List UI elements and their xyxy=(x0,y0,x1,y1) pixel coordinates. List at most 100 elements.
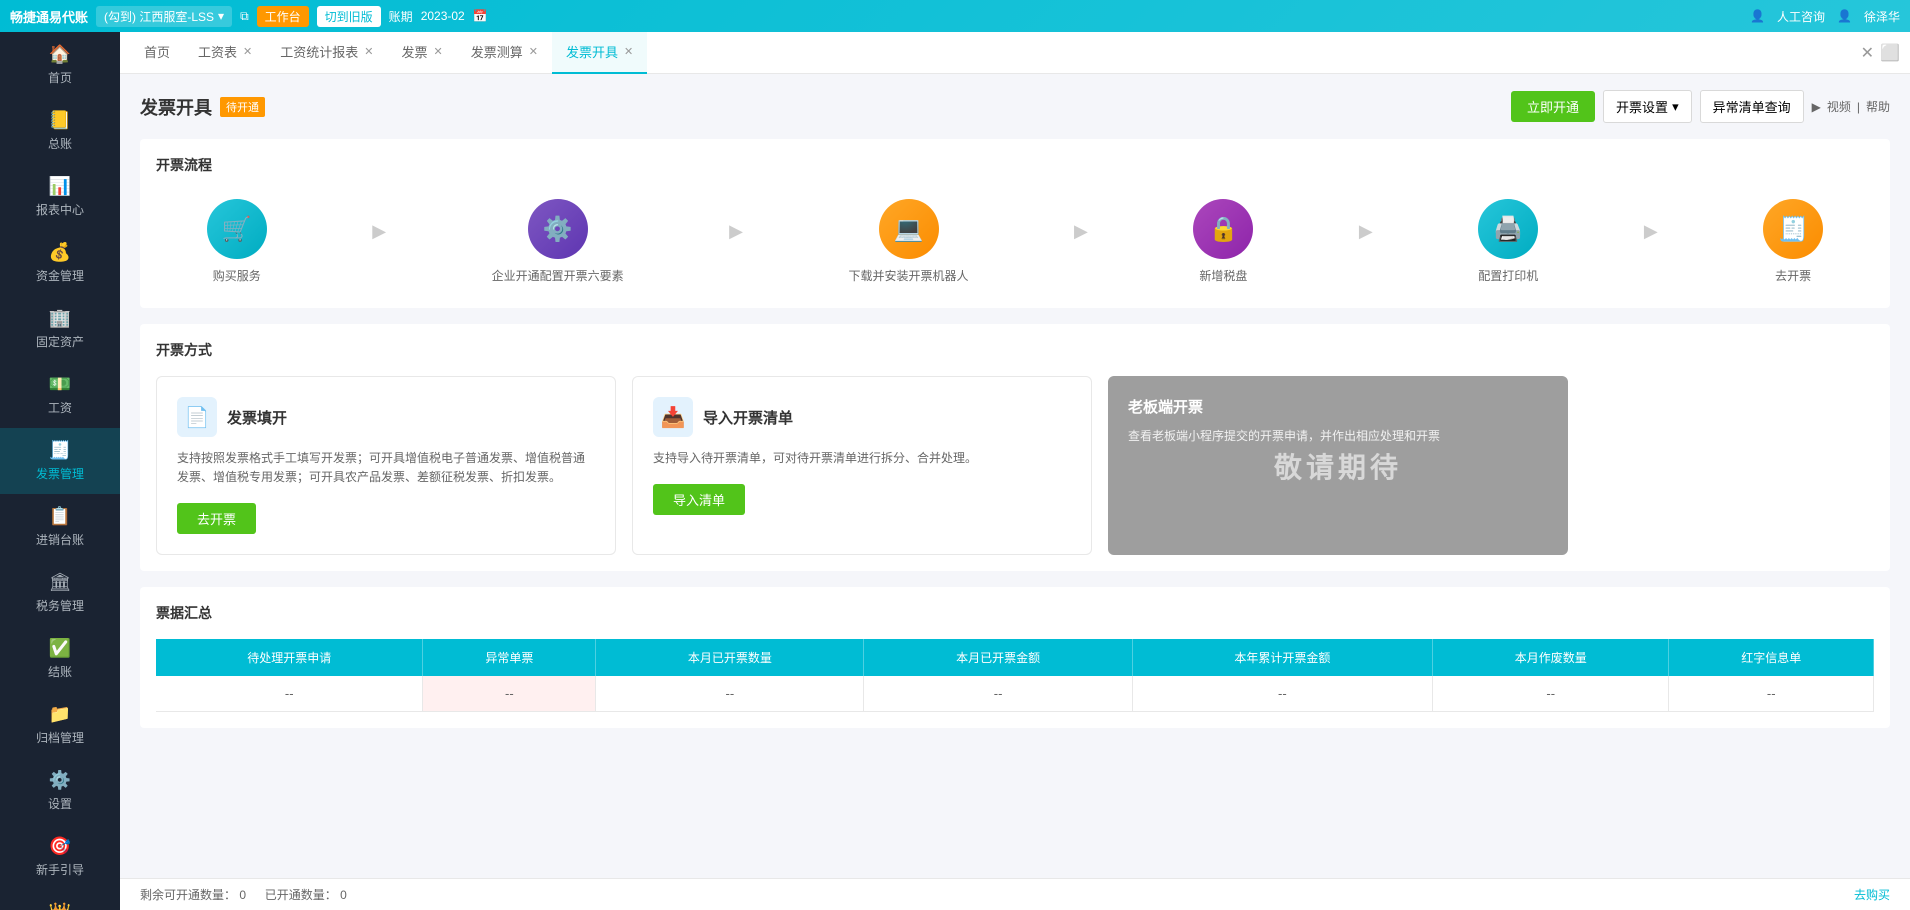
flow-arrow-2: ▶ xyxy=(1074,221,1088,262)
video-label[interactable]: 视频 xyxy=(1827,98,1851,115)
summary-col-0: 待处理开票申请 xyxy=(156,639,423,676)
setting-label: 开票设置 xyxy=(1616,97,1668,116)
sidebar-label-assets: 固定资产 xyxy=(36,333,84,350)
coming-soon-overlay: 敬请期待 xyxy=(1108,376,1568,555)
sidebar-label-guide: 新手引导 xyxy=(36,861,84,878)
sidebar-label-tax: 税务管理 xyxy=(36,597,84,614)
flow-step-download[interactable]: 💻下载并安装开票机器人 xyxy=(849,199,969,284)
method-card-btn-import[interactable]: 导入清单 xyxy=(653,484,745,515)
tab-close-invoice-list[interactable]: ✕ xyxy=(434,45,443,58)
flow-step-label-printer: 配置打印机 xyxy=(1478,267,1538,284)
tab-salary-table[interactable]: 工资表 ✕ xyxy=(184,32,266,74)
sidebar-item-reports[interactable]: 📊报表中心 xyxy=(0,164,120,230)
flow-step-label-config: 企业开通配置开票六要素 xyxy=(492,267,624,284)
remain-value: 0 xyxy=(239,888,246,902)
top-bar: 畅捷通易代账 (勾到) 江西服室-LSS ▾ ⧉ 工作台 切到旧版 账期 202… xyxy=(0,0,1910,32)
method-section: 开票方式 📄 发票填开 支持按照发票格式手工填写开发票；可开具增值税电子普通发票… xyxy=(140,324,1890,571)
close-window-icon[interactable]: ✕ xyxy=(1861,43,1874,63)
sidebar-item-member[interactable]: 👑畅会员 xyxy=(0,890,120,910)
method-cards: 📄 发票填开 支持按照发票格式手工填写开发票；可开具增值税电子普通发票、增值税普… xyxy=(156,376,1874,555)
workbench-button[interactable]: 工作台 xyxy=(257,6,309,27)
video-icon: ▶ xyxy=(1812,100,1821,114)
tab-invoice-tool[interactable]: 发票开具 ✕ xyxy=(552,32,647,74)
page-header: 发票开具 待开通 立即开通 开票设置 ▾ 异常清单查询 ▶ 视频 | 帮助 xyxy=(140,90,1890,123)
user-name[interactable]: 徐泽华 xyxy=(1864,8,1900,25)
consult-label[interactable]: 人工咨询 xyxy=(1777,8,1825,25)
summary-table: 待处理开票申请异常单票本月已开票数量本月已开票金额本年累计开票金额本月作废数量红… xyxy=(156,639,1874,712)
method-card-btn-fill[interactable]: 去开票 xyxy=(177,503,256,534)
summary-col-3: 本月已开票金额 xyxy=(864,639,1132,676)
method-section-title: 开票方式 xyxy=(156,340,1874,360)
flow-step-invoice[interactable]: 🧾去开票 xyxy=(1763,199,1823,284)
sidebar-item-archive[interactable]: 📁归档管理 xyxy=(0,692,120,758)
bottom-bar: 剩余可开通数量： 0 已开通数量： 0 去购买 xyxy=(120,878,1910,910)
immediate-open-button[interactable]: 立即开通 xyxy=(1511,91,1595,122)
summary-val-3: -- xyxy=(864,676,1132,712)
sidebar-item-funds[interactable]: 💰资金管理 xyxy=(0,230,120,296)
sidebar-item-salary[interactable]: 💵 工资 xyxy=(0,362,120,428)
flow-step-config[interactable]: ⚙️企业开通配置开票六要素 xyxy=(492,199,624,284)
settle-icon: ✅ xyxy=(49,638,71,659)
remain-label: 剩余可开通数量： xyxy=(140,888,236,902)
salary-icon: 💵 xyxy=(49,374,71,395)
company-name: (勾到) 江西服室-LSS xyxy=(104,8,214,25)
tab-close-invoice-calc[interactable]: ✕ xyxy=(529,45,538,58)
calendar-icon[interactable]: 📅 xyxy=(473,9,488,23)
sidebar-item-home[interactable]: 🏠首页 xyxy=(0,32,120,98)
sidebar-label-settings: 设置 xyxy=(48,795,72,812)
chevron-down-icon: ▾ xyxy=(1672,99,1679,115)
tab-label-invoice-tool: 发票开具 xyxy=(566,42,618,61)
company-selector[interactable]: (勾到) 江西服室-LSS ▾ xyxy=(96,6,232,27)
sidebar-item-guide[interactable]: 🎯新手引导 xyxy=(0,824,120,890)
tax-icon: 🏛 xyxy=(49,572,72,593)
tab-salary-report[interactable]: 工资统计报表 ✕ xyxy=(266,32,387,74)
sidebar-item-settings[interactable]: ⚙️设置 xyxy=(0,758,120,824)
method-card-fill: 📄 发票填开 支持按照发票格式手工填写开发票；可开具增值税电子普通发票、增值税普… xyxy=(156,376,616,555)
query-button[interactable]: 异常清单查询 xyxy=(1700,90,1804,123)
tab-label-salary-table: 工资表 xyxy=(198,42,237,61)
tab-close-invoice-tool[interactable]: ✕ xyxy=(624,45,633,58)
tab-invoice-list[interactable]: 发票✕ xyxy=(387,32,456,74)
flow-section-title: 开票流程 xyxy=(156,155,1874,175)
tab-close-salary-report[interactable]: ✕ xyxy=(364,45,373,58)
home-icon: 🏠 xyxy=(49,44,71,65)
member-icon: 👑 xyxy=(49,902,71,910)
flow-arrow-0: ▶ xyxy=(372,221,386,262)
sidebar-label-archive: 归档管理 xyxy=(36,729,84,746)
switch-old-button[interactable]: 切到旧版 xyxy=(317,6,381,27)
sidebar-label-invoice: 发票管理 xyxy=(36,465,84,482)
tab-close-salary-table[interactable]: ✕ xyxy=(243,45,252,58)
sidebar-item-ledger[interactable]: 📒总账 xyxy=(0,98,120,164)
summary-val-6: -- xyxy=(1669,676,1874,712)
flow-step-icon-printer: 🖨️ xyxy=(1478,199,1538,259)
copy-icon[interactable]: ⧉ xyxy=(240,9,249,24)
setting-button[interactable]: 开票设置 ▾ xyxy=(1603,90,1692,123)
tab-invoice-calc[interactable]: 发票测算✕ xyxy=(457,32,552,74)
flow-step-taxdisk[interactable]: 🔒新增税盘 xyxy=(1193,199,1253,284)
sidebar-item-assets[interactable]: 🏢 固定资产 xyxy=(0,296,120,362)
sidebar-item-purchase[interactable]: 📋进销台账 xyxy=(0,494,120,560)
tab-label-salary-report: 工资统计报表 xyxy=(280,42,358,61)
help-label[interactable]: 帮助 xyxy=(1866,98,1890,115)
restore-window-icon[interactable]: ⬜ xyxy=(1880,43,1900,63)
period-label: 账期 xyxy=(389,8,413,25)
funds-icon: 💰 xyxy=(49,242,71,263)
tab-home[interactable]: 首页 xyxy=(130,32,184,74)
flow-arrow-3: ▶ xyxy=(1359,221,1373,262)
summary-section: 票据汇总 待处理开票申请异常单票本月已开票数量本月已开票金额本年累计开票金额本月… xyxy=(140,587,1890,728)
flow-section: 开票流程 🛒购买服务 ▶ ⚙️企业开通配置开票六要素 ▶ 💻下载并安装开票机器人 ▶ 🔒新增… xyxy=(140,139,1890,308)
sidebar-item-tax[interactable]: 🏛 税务管理 xyxy=(0,560,120,626)
buy-link[interactable]: 去购买 xyxy=(1854,886,1890,903)
assets-icon: 🏢 xyxy=(49,308,71,329)
flow-step-icon-buy: 🛒 xyxy=(207,199,267,259)
sidebar-item-settle[interactable]: ✅ 结账 xyxy=(0,626,120,692)
flow-step-printer[interactable]: 🖨️ 配置打印机 xyxy=(1478,199,1538,284)
sidebar-label-ledger: 总账 xyxy=(48,135,72,152)
flow-step-buy[interactable]: 🛒购买服务 xyxy=(207,199,267,284)
content-area: 首页工资表✕工资统计报表✕发票✕发票测算✕发票开具✕✕⬜ 发票开具 待开通 立即… xyxy=(120,32,1910,910)
sidebar-label-settle: 结账 xyxy=(48,663,72,680)
sidebar-label-salary: 工资 xyxy=(48,399,72,416)
method-card-old: 老板端开票 查看老板端小程序提交的开票申请，并作出相应处理和开票 敬请期待 xyxy=(1108,376,1568,555)
flow-arrow-4: ▶ xyxy=(1644,221,1658,262)
sidebar-item-invoice[interactable]: 🧾发票管理 xyxy=(0,428,120,494)
